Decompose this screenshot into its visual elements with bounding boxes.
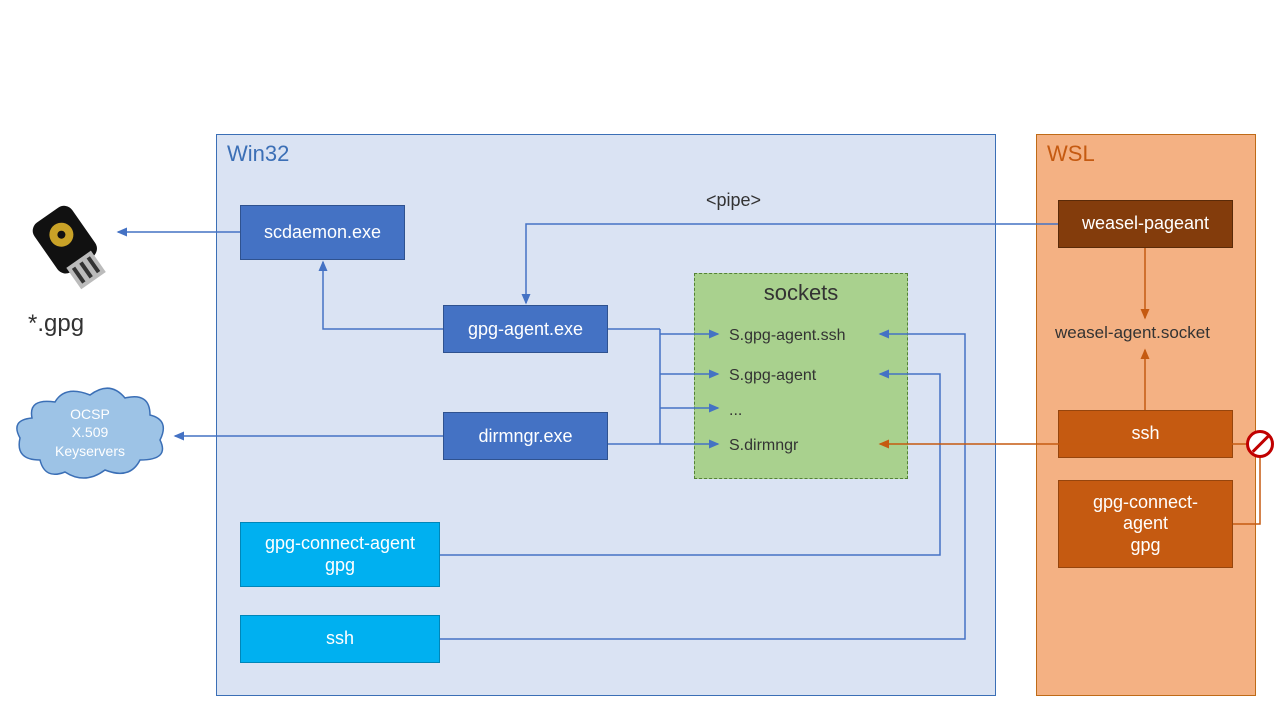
socket-more: ... [729,402,742,420]
yubikey-icon [25,200,115,295]
win32-label: Win32 [227,141,289,167]
gpg-files-label: *.gpg [28,310,84,338]
socket-dirmngr: S.dirmngr [729,437,798,455]
gpg-agent-box: gpg-agent.exe [443,305,608,353]
ssh-win32-box: ssh [240,615,440,663]
socket-agent: S.gpg-agent [729,367,816,385]
ssh-wsl-label: ssh [1131,423,1159,445]
gpg-connect-box: gpg-connect-agent gpg [240,522,440,587]
prohibit-icon [1246,430,1274,458]
gpg-agent-label: gpg-agent.exe [468,319,583,340]
weasel-socket-label: weasel-agent.socket [1055,323,1210,343]
sockets-title: sockets [695,280,907,306]
scdaemon-label: scdaemon.exe [264,222,381,243]
weasel-pageant-label: weasel-pageant [1082,213,1209,235]
pipe-label: <pipe> [706,190,761,211]
dirmngr-box: dirmngr.exe [443,412,608,460]
wsl-label: WSL [1047,141,1095,167]
cloud-keyservers: OCSP X.509 Keyservers [10,380,170,485]
ssh-win32-label: ssh [326,628,354,650]
socket-ssh: S.gpg-agent.ssh [729,327,846,345]
cloud-text: OCSP X.509 Keyservers [55,405,125,460]
gpg-connect-label: gpg-connect-agent gpg [265,533,415,576]
gpg-connect-wsl-box: gpg-connect- agent gpg [1058,480,1233,568]
dirmngr-label: dirmngr.exe [478,426,572,447]
gpg-connect-wsl-label: gpg-connect- agent gpg [1093,492,1198,557]
weasel-pageant-box: weasel-pageant [1058,200,1233,248]
sockets-box: sockets S.gpg-agent.ssh S.gpg-agent ... … [694,273,908,479]
scdaemon-box: scdaemon.exe [240,205,405,260]
ssh-wsl-box: ssh [1058,410,1233,458]
